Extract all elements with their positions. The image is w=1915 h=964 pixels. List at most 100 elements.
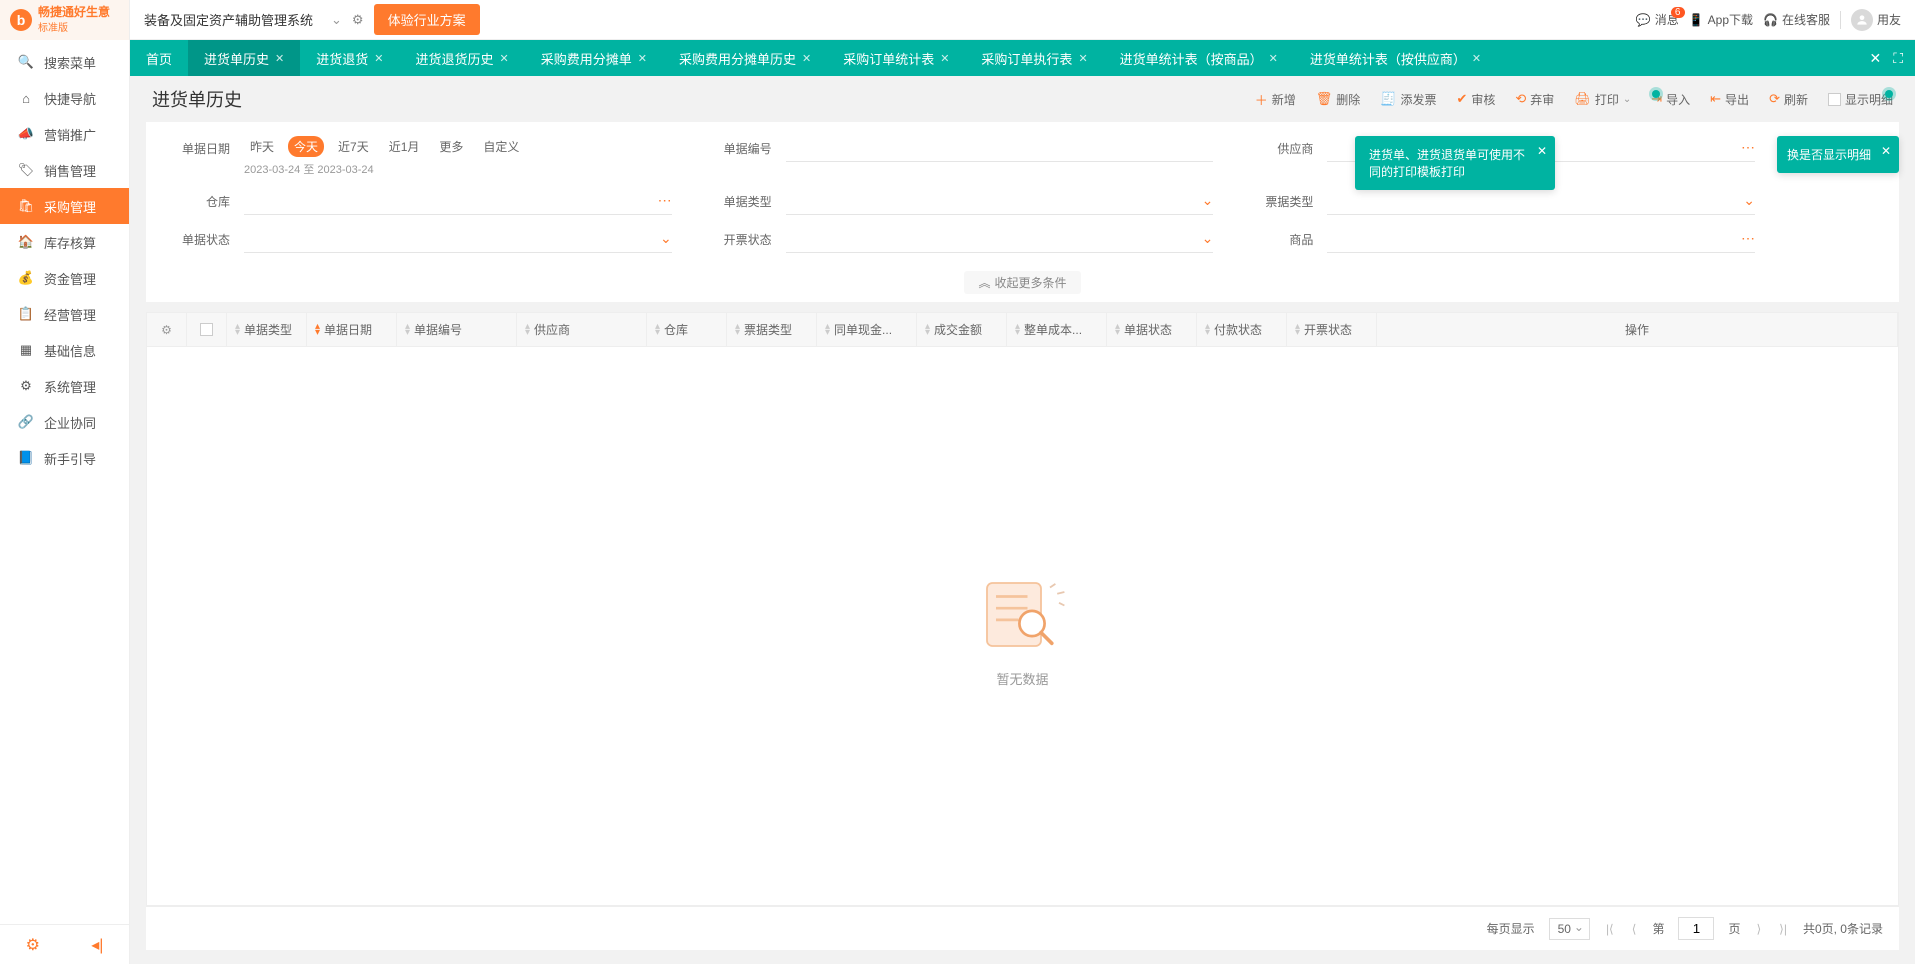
chevron-down-icon[interactable]: ⌄	[1202, 230, 1214, 247]
sidebar-item-2[interactable]: 📣营销推广	[0, 116, 129, 152]
close-icon[interactable]: ✕	[1472, 52, 1481, 65]
add-invoice-button[interactable]: 🧾添发票	[1380, 91, 1436, 108]
app-download-link[interactable]: 📱 App下载	[1689, 11, 1753, 28]
product-input[interactable]: ⋯	[1327, 227, 1755, 253]
invoicestatus-input[interactable]: ⌄	[786, 227, 1214, 253]
column-header[interactable]: ▴▾成交金额	[917, 313, 1007, 346]
column-header[interactable]: ▴▾单据日期	[307, 313, 397, 346]
date-option-3[interactable]: 近1月	[383, 136, 426, 157]
refresh-button[interactable]: ⟳刷新	[1769, 91, 1808, 108]
page-first-button[interactable]: |⟨	[1604, 922, 1616, 936]
chevron-down-icon[interactable]: ⌄	[331, 12, 342, 28]
column-header[interactable]: ▴▾票据类型	[727, 313, 817, 346]
per-page-select[interactable]: 50	[1549, 918, 1590, 940]
close-icon[interactable]: ✕	[1078, 52, 1087, 65]
close-icon[interactable]: ✕	[802, 52, 811, 65]
sidebar-item-6[interactable]: 💰资金管理	[0, 260, 129, 296]
sidebar-item-11[interactable]: 📘新手引导	[0, 440, 129, 476]
chevron-down-icon[interactable]: ⌄	[660, 230, 672, 247]
page-input[interactable]	[1678, 917, 1714, 940]
close-icon[interactable]: ✕	[1537, 144, 1547, 158]
date-option-5[interactable]: 自定义	[477, 136, 525, 157]
sidebar-item-4[interactable]: 🛍采购管理	[0, 188, 129, 224]
column-header[interactable]: ▴▾同单现金...	[817, 313, 917, 346]
tab-5[interactable]: 采购费用分摊单历史✕	[663, 40, 827, 76]
add-button[interactable]: ＋新增	[1255, 90, 1296, 109]
sidebar-item-5[interactable]: 🏠库存核算	[0, 224, 129, 260]
sidebar-item-3[interactable]: 🏷销售管理	[0, 152, 129, 188]
close-all-icon[interactable]: ✕	[1869, 50, 1881, 67]
column-header[interactable]: ▴▾开票状态	[1287, 313, 1377, 346]
more-icon[interactable]: ⋯	[1741, 230, 1755, 247]
tab-2[interactable]: 进货退货✕	[300, 40, 399, 76]
column-header[interactable]: ▴▾付款状态	[1197, 313, 1287, 346]
gear-icon[interactable]: ⚙	[161, 323, 172, 337]
abandon-button[interactable]: ⟲弃审	[1515, 91, 1554, 108]
delete-button[interactable]: 🗑删除	[1316, 91, 1361, 108]
date-option-1[interactable]: 今天	[288, 136, 324, 157]
more-icon[interactable]: ⋯	[658, 192, 672, 209]
more-icon[interactable]: ⋯	[1741, 139, 1755, 156]
collapse-sidebar-icon[interactable]: ◂|	[91, 935, 103, 955]
close-icon[interactable]: ✕	[1269, 52, 1278, 65]
tab-9[interactable]: 进货单统计表（按供应商）✕	[1294, 40, 1497, 76]
close-icon[interactable]: ✕	[1881, 144, 1891, 158]
messages-link[interactable]: 💬 消息 6	[1636, 11, 1679, 28]
collapse-filters-button[interactable]: ︽ 收起更多条件	[964, 271, 1080, 294]
date-option-4[interactable]: 更多	[433, 136, 469, 157]
doctype-input[interactable]: ⌄	[786, 189, 1214, 215]
docno-input[interactable]	[786, 136, 1214, 162]
chevron-down-icon[interactable]: ⌄	[1202, 192, 1214, 209]
sidebar-item-9[interactable]: ⚙系统管理	[0, 368, 129, 404]
gear-icon[interactable]: ⚙	[26, 935, 40, 955]
tab-1[interactable]: 进货单历史✕	[188, 40, 300, 76]
chevron-down-icon[interactable]: ⌄	[1743, 192, 1755, 209]
export-button[interactable]: ⇤导出	[1710, 91, 1749, 108]
export-icon: ⇤	[1710, 91, 1721, 107]
sidebar-item-10[interactable]: 🔗企业协同	[0, 404, 129, 440]
show-detail-toggle[interactable]: 显示明细	[1828, 91, 1893, 108]
column-header[interactable]: 操作	[1377, 313, 1898, 346]
page-last-button[interactable]: ⟩|	[1777, 922, 1789, 936]
column-header[interactable]: ▴▾单据编号	[397, 313, 517, 346]
tab-7[interactable]: 采购订单执行表✕	[965, 40, 1103, 76]
column-header[interactable]: ▴▾仓库	[647, 313, 727, 346]
close-icon[interactable]: ✕	[500, 52, 509, 65]
tab-6[interactable]: 采购订单统计表✕	[827, 40, 965, 76]
fullscreen-icon[interactable]: ⛶	[1893, 50, 1903, 67]
close-icon[interactable]: ✕	[374, 52, 383, 65]
column-header[interactable]: ▴▾单据状态	[1107, 313, 1197, 346]
sidebar-item-7[interactable]: 📋经营管理	[0, 296, 129, 332]
sidebar-item-0[interactable]: 🔍搜索菜单	[0, 44, 129, 80]
try-industry-button[interactable]: 体验行业方案	[374, 4, 480, 35]
tab-0[interactable]: 首页	[130, 40, 188, 76]
tickettype-input[interactable]: ⌄	[1327, 189, 1755, 215]
gear-icon[interactable]: ⚙	[352, 12, 364, 28]
system-name[interactable]: 装备及固定资产辅助管理系统	[144, 10, 313, 29]
sidebar-item-1[interactable]: ⌂快捷导航	[0, 80, 129, 116]
column-header[interactable]: ▴▾供应商	[517, 313, 647, 346]
tab-3[interactable]: 进货退货历史✕	[399, 40, 524, 76]
select-all-checkbox[interactable]	[200, 323, 213, 336]
warehouse-input[interactable]: ⋯	[244, 189, 672, 215]
column-label: 单据日期	[324, 321, 372, 338]
audit-button[interactable]: ✔审核	[1456, 91, 1495, 108]
warehouse-label: 仓库	[170, 189, 230, 210]
column-header[interactable]: ▴▾单据类型	[227, 313, 307, 346]
close-icon[interactable]: ✕	[940, 52, 949, 65]
money-icon: 💰	[18, 270, 34, 286]
close-icon[interactable]: ✕	[275, 52, 284, 65]
date-option-2[interactable]: 近7天	[332, 136, 375, 157]
support-link[interactable]: 🎧 在线客服	[1763, 11, 1830, 28]
user-menu[interactable]: 用友	[1851, 9, 1901, 31]
date-option-0[interactable]: 昨天	[244, 136, 280, 157]
docstatus-input[interactable]: ⌄	[244, 227, 672, 253]
page-next-button[interactable]: ⟩	[1754, 922, 1763, 936]
print-button[interactable]: 🖨打印⌄	[1574, 91, 1631, 108]
close-icon[interactable]: ✕	[638, 52, 647, 65]
tab-8[interactable]: 进货单统计表（按商品）✕	[1104, 40, 1294, 76]
page-prev-button[interactable]: ⟨	[1630, 922, 1639, 936]
tab-4[interactable]: 采购费用分摊单✕	[525, 40, 663, 76]
sidebar-item-8[interactable]: ▦基础信息	[0, 332, 129, 368]
column-header[interactable]: ▴▾整单成本...	[1007, 313, 1107, 346]
